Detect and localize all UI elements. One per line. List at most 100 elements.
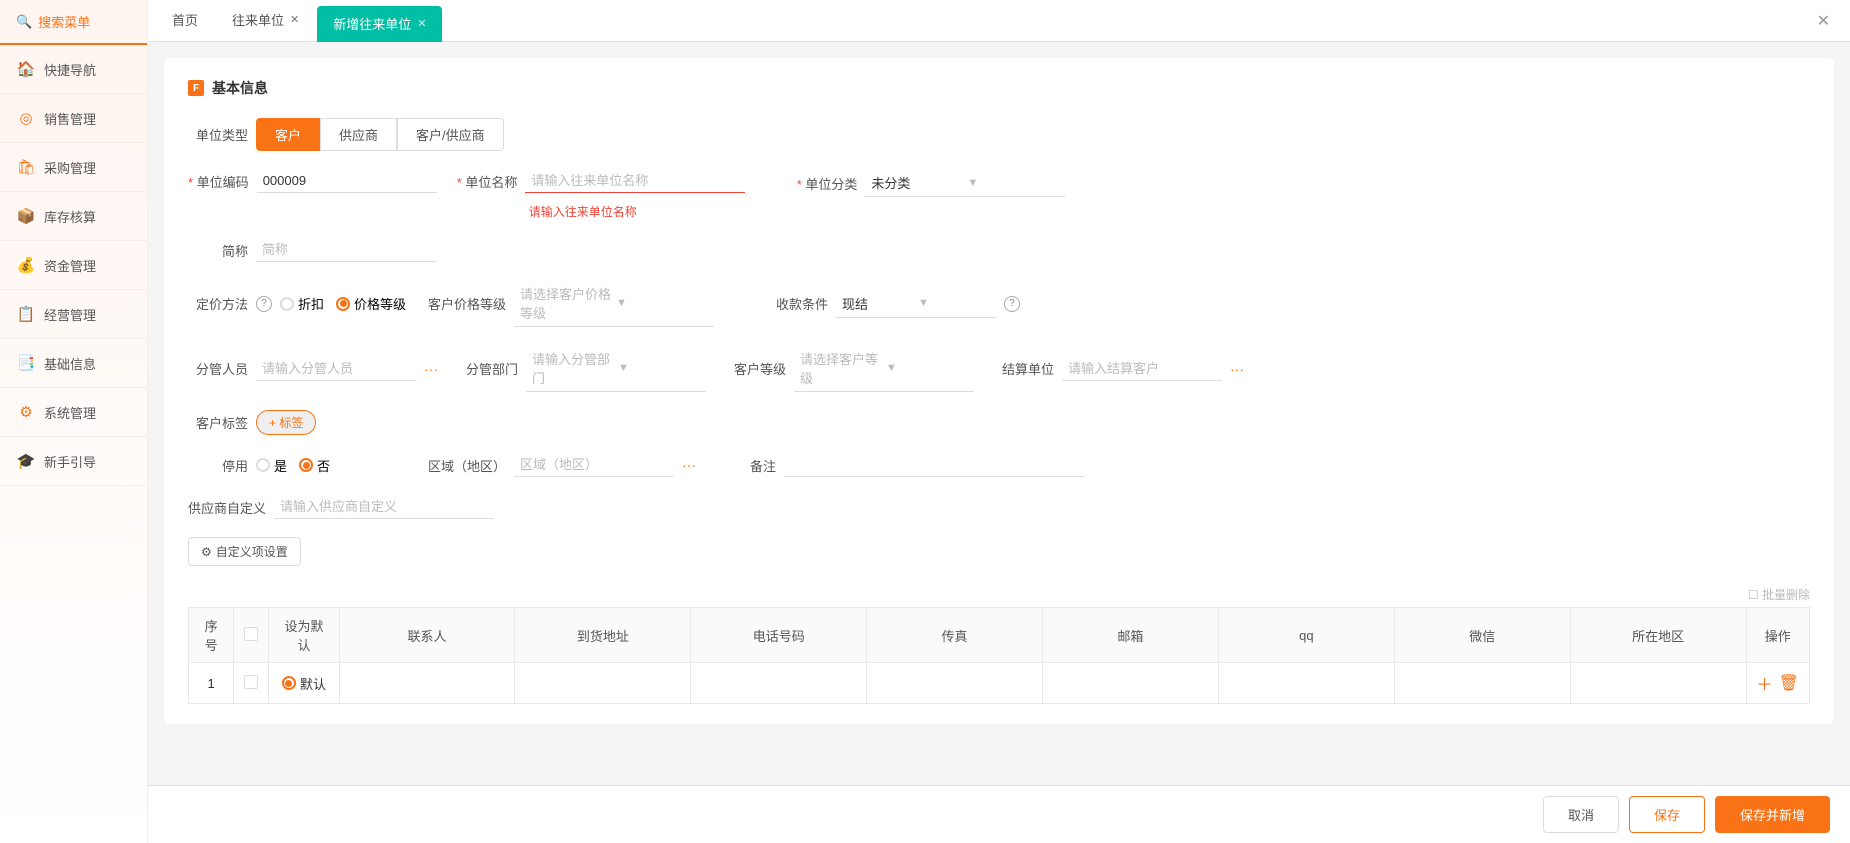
customer-level-chevron: ▼ bbox=[886, 362, 968, 374]
cell-wechat[interactable] bbox=[1394, 663, 1570, 704]
page-content: F 基本信息 单位类型 客户 供应商 客户/供应商 单位编码 bbox=[148, 42, 1850, 785]
type-btn-customer[interactable]: 客户 bbox=[256, 118, 320, 151]
unit-type-group: 单位类型 客户 供应商 客户/供应商 bbox=[188, 118, 504, 151]
radio-discount[interactable]: 折扣 bbox=[280, 294, 324, 313]
close-all-tabs-button[interactable]: ✕ bbox=[1805, 11, 1842, 31]
cell-phone[interactable] bbox=[691, 663, 867, 704]
cell-contact[interactable] bbox=[339, 663, 515, 704]
pricing-info-icon[interactable]: ? bbox=[256, 296, 272, 312]
tab-counterparty[interactable]: 往来单位 ✕ bbox=[216, 0, 315, 41]
cell-fax[interactable] bbox=[867, 663, 1043, 704]
add-row-button[interactable]: ＋ bbox=[1757, 671, 1773, 695]
type-btn-both[interactable]: 客户/供应商 bbox=[397, 118, 504, 151]
col-region: 所在地区 bbox=[1570, 608, 1746, 663]
cell-area[interactable] bbox=[1570, 663, 1746, 704]
payment-terms-info-icon[interactable]: ? bbox=[1004, 296, 1020, 312]
pricing-method-label: 定价方法 bbox=[188, 294, 248, 313]
settlement-more-icon[interactable]: ··· bbox=[1230, 361, 1244, 377]
region-more-icon[interactable]: ··· bbox=[682, 457, 696, 473]
wechat-input[interactable] bbox=[1405, 676, 1560, 691]
inventory-icon: 📦 bbox=[16, 206, 36, 226]
sidebar-item-inventory[interactable]: 📦 库存核算 bbox=[0, 192, 147, 241]
type-btn-supplier[interactable]: 供应商 bbox=[320, 118, 397, 151]
custom-settings-button[interactable]: ⚙ 自定义项设置 bbox=[188, 537, 301, 566]
header-checkbox[interactable] bbox=[244, 627, 258, 641]
save-new-button[interactable]: 保存并新增 bbox=[1715, 796, 1830, 833]
sidebar-item-guide[interactable]: 🎓 新手引导 bbox=[0, 437, 147, 486]
save-button[interactable]: 保存 bbox=[1629, 796, 1705, 833]
settlement-unit-group: 结算单位 ··· bbox=[994, 357, 1244, 381]
batch-delete-label[interactable]: 批量删除 bbox=[1762, 588, 1810, 602]
cell-address[interactable] bbox=[515, 663, 691, 704]
phone-input[interactable] bbox=[701, 676, 856, 691]
disabled-group: 停用 是 否 bbox=[188, 456, 408, 475]
abbreviation-input[interactable] bbox=[256, 238, 436, 262]
manager-more-icon[interactable]: ··· bbox=[424, 361, 438, 377]
del-row-button[interactable]: 🗑 bbox=[1779, 673, 1799, 693]
sidebar-label: 采购管理 bbox=[44, 158, 96, 177]
sidebar-item-finance[interactable]: 💰 资金管理 bbox=[0, 241, 147, 290]
col-action: 操作 bbox=[1746, 608, 1809, 663]
row-checkbox[interactable] bbox=[244, 675, 258, 689]
unit-name-input[interactable] bbox=[525, 169, 745, 193]
table-row: 1 默认 bbox=[189, 663, 1810, 704]
unit-category-chevron: ▼ bbox=[967, 177, 1059, 189]
sidebar-item-basic[interactable]: 📑 基础信息 bbox=[0, 339, 147, 388]
custom-settings-label: 自定义项设置 bbox=[216, 543, 288, 560]
close-tab-counterparty-icon[interactable]: ✕ bbox=[290, 13, 299, 26]
customer-price-level-select[interactable]: 请选择客户价格等级 ▼ bbox=[514, 280, 714, 327]
radio-yes[interactable]: 是 bbox=[256, 456, 287, 475]
sidebar-item-purchase[interactable]: 🛍 采购管理 bbox=[0, 143, 147, 192]
radio-price-level[interactable]: 价格等级 bbox=[336, 294, 406, 313]
radio-price-level-dot bbox=[340, 300, 347, 307]
manager-input[interactable] bbox=[256, 357, 416, 381]
tab-home[interactable]: 首页 bbox=[156, 0, 214, 41]
settlement-unit-input[interactable] bbox=[1062, 357, 1222, 381]
sidebar-label: 销售管理 bbox=[44, 109, 96, 128]
pricing-row: 定价方法 ? 折扣 价格等级 bbox=[188, 280, 1810, 327]
sidebar-item-quick-nav[interactable]: 🏠 快捷导航 bbox=[0, 45, 147, 94]
sidebar-label: 基础信息 bbox=[44, 354, 96, 373]
close-tab-new-counterparty-icon[interactable]: ✕ bbox=[417, 17, 426, 30]
customer-price-level-group: 客户价格等级 请选择客户价格等级 ▼ bbox=[428, 280, 748, 327]
add-tag-button[interactable]: + 标签 bbox=[256, 410, 316, 435]
remark-input[interactable] bbox=[784, 453, 1084, 477]
search-menu-item[interactable]: 🔍 搜索菜单 bbox=[0, 0, 147, 45]
cell-qq[interactable] bbox=[1218, 663, 1394, 704]
col-address: 到货地址 bbox=[515, 608, 691, 663]
payment-terms-select[interactable]: 现结 ▼ bbox=[836, 290, 996, 318]
unit-category-select[interactable]: 未分类 ▼ bbox=[865, 169, 1065, 197]
sidebar-item-sales[interactable]: ◎ 销售管理 bbox=[0, 94, 147, 143]
purchase-icon: 🛍 bbox=[16, 157, 36, 177]
tab-counterparty-label: 往来单位 bbox=[232, 10, 284, 29]
default-radio-label: 默认 bbox=[300, 674, 326, 693]
radio-no[interactable]: 否 bbox=[299, 456, 330, 475]
payment-terms-value: 现结 bbox=[842, 294, 914, 313]
customer-level-select[interactable]: 请选择客户等级 ▼ bbox=[794, 345, 974, 392]
contact-input[interactable] bbox=[350, 676, 505, 691]
custom-settings-area: ⚙ 自定义项设置 bbox=[188, 537, 1810, 566]
section-title-text: 基本信息 bbox=[212, 78, 268, 98]
default-radio[interactable]: 默认 bbox=[279, 674, 328, 693]
fax-input[interactable] bbox=[877, 676, 1032, 691]
customer-tag-label: 客户标签 bbox=[188, 413, 248, 432]
cancel-button[interactable]: 取消 bbox=[1543, 796, 1619, 833]
unit-code-input[interactable] bbox=[257, 169, 437, 193]
sidebar-item-operations[interactable]: 📋 经营管理 bbox=[0, 290, 147, 339]
section-icon: F bbox=[188, 80, 204, 96]
address-input[interactable] bbox=[525, 676, 680, 691]
sidebar-label: 库存核算 bbox=[44, 207, 96, 226]
sales-icon: ◎ bbox=[16, 108, 36, 128]
email-input[interactable] bbox=[1053, 676, 1208, 691]
sidebar-item-system[interactable]: ⚙ 系统管理 bbox=[0, 388, 147, 437]
supplier-custom-input[interactable] bbox=[274, 495, 494, 519]
unit-category-value: 未分类 bbox=[871, 173, 963, 192]
remark-group: 备注 bbox=[716, 453, 1084, 477]
department-select[interactable]: 请输入分管部门 ▼ bbox=[526, 345, 706, 392]
area-input[interactable] bbox=[1581, 676, 1736, 691]
qq-input[interactable] bbox=[1229, 676, 1384, 691]
cell-email[interactable] bbox=[1042, 663, 1218, 704]
tab-new-counterparty[interactable]: 新增往来单位 ✕ bbox=[317, 6, 442, 42]
abbreviation-group: 简称 bbox=[188, 238, 436, 262]
region-input[interactable] bbox=[514, 453, 674, 477]
